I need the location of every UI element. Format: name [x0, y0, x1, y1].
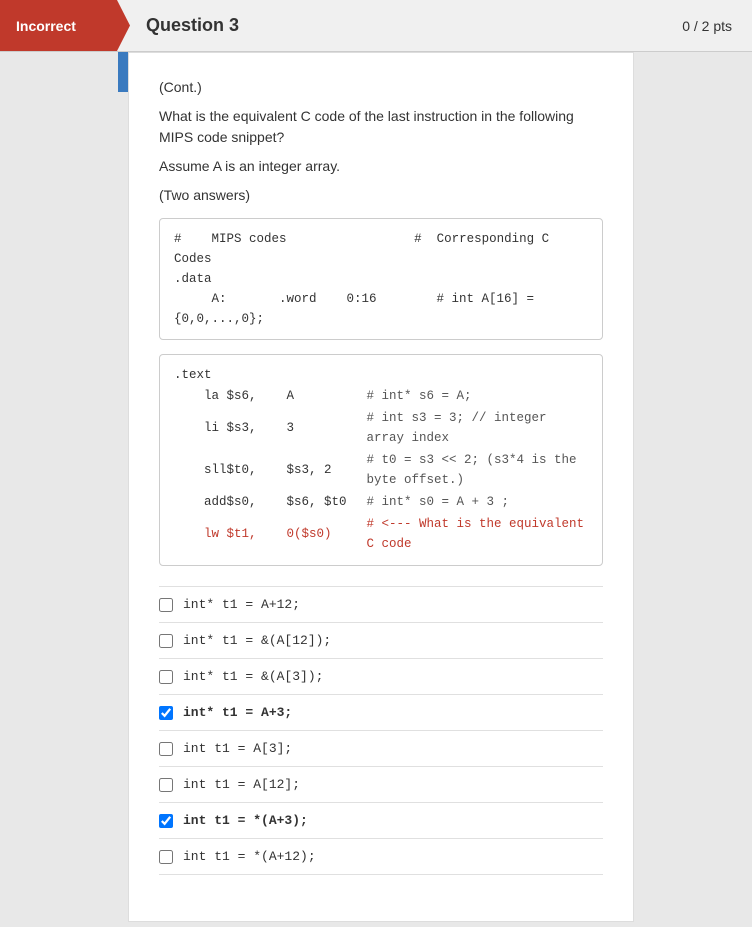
cont-text: (Cont.) [159, 77, 603, 98]
label-a2[interactable]: int* t1 = &(A[12]); [183, 633, 331, 648]
answer-option-2[interactable]: int* t1 = &(A[12]); [159, 623, 603, 659]
label-a5[interactable]: int t1 = A[3]; [183, 741, 292, 756]
body3-text: (Two answers) [159, 185, 603, 206]
answer-option-1[interactable]: int* t1 = A+12; [159, 586, 603, 623]
label-a1[interactable]: int* t1 = A+12; [183, 597, 300, 612]
page-wrapper: Incorrect Question 3 0 / 2 pts (Cont.) W… [0, 0, 752, 927]
label-a4[interactable]: int* t1 = A+3; [183, 705, 292, 720]
question-text: (Cont.) What is the equivalent C code of… [159, 77, 603, 206]
checkbox-a7[interactable] [159, 814, 173, 828]
code-row-sll: sll $t0, $s3, 2 # t0 = s3 << 2; (s3*4 is… [174, 449, 588, 491]
code-text-section: .text [174, 365, 588, 385]
code-line-data: .data [174, 269, 588, 289]
question-title: Question 3 [146, 15, 239, 36]
code-row-li: li $s3, 3 # int s3 = 3; // integer array… [174, 407, 588, 449]
code-row-lw: lw $t1, 0($s0) # <--- What is the equiva… [174, 513, 588, 555]
code-line-header: # MIPS codes # Corresponding C Codes [174, 229, 588, 269]
code-row-add: add $s0, $s6, $t0 # int* s0 = A + 3 ; [174, 491, 588, 513]
body1-text: What is the equivalent C code of the las… [159, 106, 603, 148]
code-row-la: la $s6, A # int* s6 = A; [174, 385, 588, 407]
comment-add: # int* s0 = A + 3 ; [367, 495, 510, 509]
body2-text: Assume A is an integer array. [159, 156, 603, 177]
checkbox-a8[interactable] [159, 850, 173, 864]
checkbox-a6[interactable] [159, 778, 173, 792]
checkbox-a1[interactable] [159, 598, 173, 612]
answer-option-5[interactable]: int t1 = A[3]; [159, 731, 603, 767]
checkbox-a5[interactable] [159, 742, 173, 756]
answer-section: int* t1 = A+12; int* t1 = &(A[12]); int*… [159, 586, 603, 875]
comment-li: # int s3 = 3; // integer array index [367, 411, 547, 445]
code-block-2: .text la $s6, A # int* s6 = A; li $s3, 3… [159, 354, 603, 566]
label-a6[interactable]: int t1 = A[12]; [183, 777, 300, 792]
comment-sll: # t0 = s3 << 2; (s3*4 is the byte offset… [367, 453, 577, 487]
code-table: la $s6, A # int* s6 = A; li $s3, 3 # int… [174, 385, 588, 555]
checkbox-a4[interactable] [159, 706, 173, 720]
comment-la: # int* s6 = A; [367, 389, 472, 403]
label-a8[interactable]: int t1 = *(A+12); [183, 849, 316, 864]
incorrect-label: Incorrect [16, 18, 76, 34]
points-label: 0 / 2 pts [682, 18, 732, 34]
checkbox-a2[interactable] [159, 634, 173, 648]
answer-option-8[interactable]: int t1 = *(A+12); [159, 839, 603, 875]
question-header: Incorrect Question 3 0 / 2 pts [0, 0, 752, 52]
answer-option-6[interactable]: int t1 = A[12]; [159, 767, 603, 803]
comment-lw: # <--- What is the equivalent C code [367, 517, 585, 551]
code-block-1: # MIPS codes # Corresponding C Codes .da… [159, 218, 603, 340]
answer-option-3[interactable]: int* t1 = &(A[3]); [159, 659, 603, 695]
side-tab [118, 52, 128, 92]
label-a3[interactable]: int* t1 = &(A[3]); [183, 669, 323, 684]
code-line-a: A: .word 0:16 # int A[16] = {0,0,...,0}; [174, 289, 588, 329]
checkbox-a3[interactable] [159, 670, 173, 684]
label-a7[interactable]: int t1 = *(A+3); [183, 813, 308, 828]
answer-option-7[interactable]: int t1 = *(A+3); [159, 803, 603, 839]
incorrect-badge: Incorrect [0, 0, 130, 51]
answer-option-4[interactable]: int* t1 = A+3; [159, 695, 603, 731]
content-card: (Cont.) What is the equivalent C code of… [128, 52, 634, 922]
